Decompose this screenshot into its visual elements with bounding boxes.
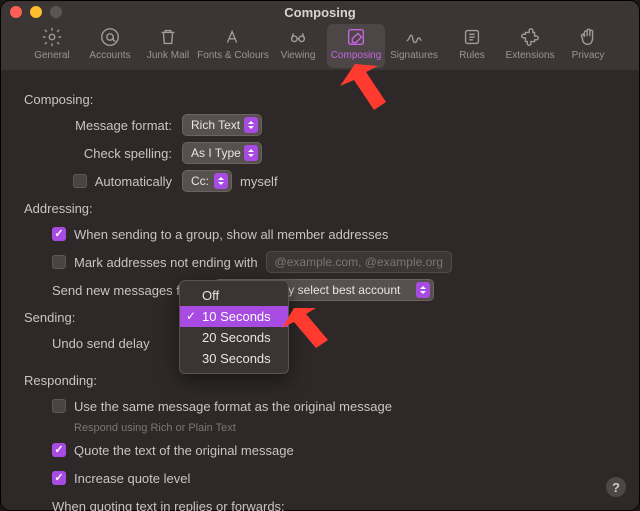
annotation-arrow-toolbar [340,56,410,116]
auto-cc-after: myself [240,174,278,189]
same-format-checkbox[interactable] [52,399,66,413]
tab-label: General [34,50,70,61]
tab-extensions[interactable]: Extensions [501,24,559,68]
compose-icon [345,26,367,48]
preferences-toolbar: General Accounts Junk Mail Fonts & Colou… [0,24,640,70]
message-format-label: Message format: [52,118,182,133]
glasses-icon [287,26,309,48]
tab-viewing[interactable]: Viewing [269,24,327,68]
mark-addresses-field[interactable]: @example.com, @example.org [266,251,452,273]
tab-label: Viewing [281,50,316,61]
tab-label: Privacy [572,50,605,61]
window-title: Composing [0,5,640,20]
gear-icon [41,26,63,48]
font-icon [222,26,244,48]
hand-icon [577,26,599,48]
tab-general[interactable]: General [23,24,81,68]
at-icon [99,26,121,48]
auto-cc-popup[interactable]: Cc: [182,170,232,192]
section-addressing: Addressing: [24,201,616,216]
signature-icon [403,26,425,48]
section-responding: Responding: [24,373,616,388]
tab-accounts[interactable]: Accounts [81,24,139,68]
undo-option-10s[interactable]: 10 Seconds [180,306,288,327]
annotation-arrow-menu [282,300,352,356]
tab-rules[interactable]: Rules [443,24,501,68]
tab-fonts-colours[interactable]: Fonts & Colours [197,24,269,68]
section-composing: Composing: [24,92,616,107]
tab-label: Rules [459,50,485,61]
increase-quote-checkbox[interactable] [52,471,66,485]
undo-option-off[interactable]: Off [180,285,288,306]
tab-privacy[interactable]: Privacy [559,24,617,68]
undo-send-label: Undo send delay [52,336,150,351]
trash-icon [157,26,179,48]
rules-icon [461,26,483,48]
mark-addresses-label: Mark addresses not ending with [74,255,258,270]
auto-cc-checkbox[interactable] [73,174,87,188]
increase-quote-label: Increase quote level [74,471,190,486]
check-spelling-label: Check spelling: [52,146,182,161]
undo-option-30s[interactable]: 30 Seconds [180,348,288,369]
mark-addresses-checkbox[interactable] [52,255,66,269]
check-spelling-popup[interactable]: As I Type [182,142,262,164]
same-format-hint: Respond using Rich or Plain Text [74,422,616,434]
tab-label: Fonts & Colours [197,50,269,61]
undo-send-menu[interactable]: Off 10 Seconds 20 Seconds 30 Seconds [179,280,289,374]
quote-checkbox[interactable] [52,443,66,457]
group-addresses-label: When sending to a group, show all member… [74,227,388,242]
tab-junk-mail[interactable]: Junk Mail [139,24,197,68]
group-addresses-checkbox[interactable] [52,227,66,241]
help-button[interactable]: ? [606,477,626,497]
quote-label: Quote the text of the original message [74,443,294,458]
tab-label: Extensions [506,50,555,61]
same-format-label: Use the same message format as the origi… [74,399,392,414]
tab-label: Accounts [89,50,130,61]
message-format-popup[interactable]: Rich Text [182,114,262,136]
undo-option-20s[interactable]: 20 Seconds [180,327,288,348]
tab-label: Junk Mail [147,50,189,61]
auto-cc-label: Automatically [95,174,172,189]
when-quoting-label: When quoting text in replies or forwards… [52,499,285,511]
puzzle-icon [519,26,541,48]
